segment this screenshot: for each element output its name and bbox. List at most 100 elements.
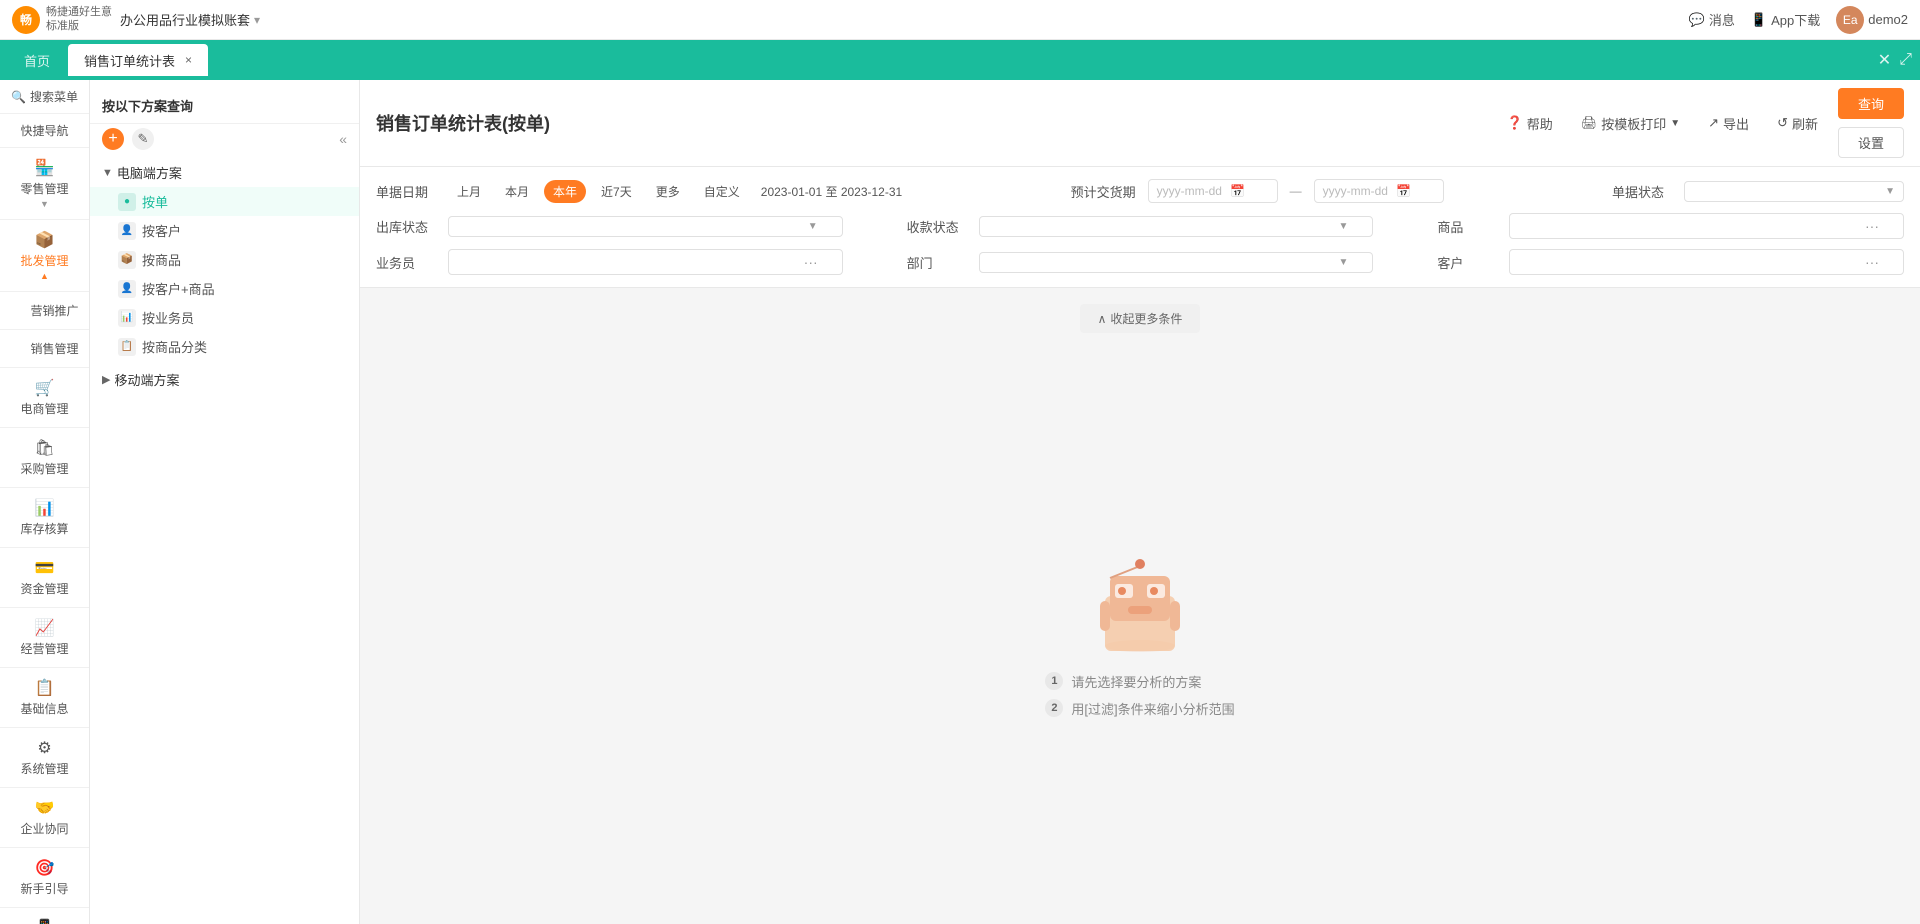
sidebar-item-newbie[interactable]: 🎯 新手引导 bbox=[0, 848, 89, 908]
user-profile[interactable]: Ea demo2 bbox=[1836, 6, 1908, 34]
sidebar-item-ecommerce[interactable]: 🛒 电商管理 bbox=[0, 368, 89, 428]
help-icon: ❓ bbox=[1507, 115, 1523, 131]
sidebar-item-purchase[interactable]: 🛍 采购管理 bbox=[0, 428, 89, 488]
export-icon: ↗ bbox=[1708, 115, 1719, 131]
customer-more-icon[interactable]: ··· bbox=[1865, 254, 1879, 270]
scheme-order-icon: ● bbox=[118, 193, 136, 211]
shortcut-this-year[interactable]: 本年 bbox=[544, 180, 586, 203]
salesperson-more-icon[interactable]: ··· bbox=[804, 254, 818, 270]
pc-group-header[interactable]: ▼ 电脑端方案 bbox=[90, 158, 359, 187]
edit-scheme-btn[interactable]: ✎ bbox=[132, 128, 154, 150]
sidebar-quick-nav[interactable]: 快捷导航 bbox=[0, 114, 89, 148]
basic-icon: 📋 bbox=[35, 678, 55, 698]
template-print-btn[interactable]: 🖨 按模板打印 ▼ bbox=[1573, 110, 1688, 137]
window-expand-btn[interactable]: ⤢ bbox=[1899, 51, 1912, 69]
settings-button[interactable]: 设置 bbox=[1838, 127, 1904, 158]
sidebar-item-cooperation[interactable]: 🤝 企业协同 bbox=[0, 788, 89, 848]
shortcut-this-month[interactable]: 本月 bbox=[496, 180, 538, 203]
help-btn[interactable]: ❓ 帮助 bbox=[1499, 110, 1561, 137]
app-download-btn[interactable]: 📱 App下载 bbox=[1751, 10, 1820, 29]
workspace-title[interactable]: 办公用品行业模拟账套 ▾ bbox=[120, 10, 1681, 29]
department-select[interactable]: ▼ bbox=[979, 252, 1374, 273]
main-layout: 🔍 搜索菜单 快捷导航 🏪 零售管理 ▼ 📦 批发管理 ▲ 营销推广 销售管理 … bbox=[0, 80, 1920, 924]
operations-icon: 📈 bbox=[35, 618, 55, 638]
sidebar-item-wholesale[interactable]: 📦 批发管理 ▲ bbox=[0, 220, 89, 292]
sidebar-item-inventory[interactable]: 📊 库存核算 bbox=[0, 488, 89, 548]
system-icon: ⚙ bbox=[37, 738, 51, 758]
export-btn[interactable]: ↗ 导出 bbox=[1700, 110, 1757, 137]
header-actions: ❓ 帮助 🖨 按模板打印 ▼ ↗ 导出 ↺ 刷新 查询 bbox=[1499, 88, 1905, 158]
shortcut-more[interactable]: 更多 bbox=[647, 180, 689, 203]
mobile-group-header[interactable]: ▶ 移动端方案 bbox=[90, 365, 359, 394]
empty-illustration bbox=[1080, 556, 1200, 656]
top-bar: 畅 畅捷通好生意 标准版 办公用品行业模拟账套 ▾ 💬 消息 📱 App下载 E… bbox=[0, 0, 1920, 40]
collapse-filters-btn[interactable]: ∧ 收起更多条件 bbox=[1080, 304, 1200, 333]
scheme-by-product[interactable]: 📦 按商品 bbox=[90, 245, 359, 274]
app-icon: 📱 bbox=[1751, 12, 1767, 28]
sidebar: 🔍 搜索菜单 快捷导航 🏪 零售管理 ▼ 📦 批发管理 ▲ 营销推广 销售管理 … bbox=[0, 80, 90, 924]
department-label: 部门 bbox=[907, 253, 967, 272]
delivery-status-select[interactable]: ▼ bbox=[448, 216, 843, 237]
shortcut-last-month[interactable]: 上月 bbox=[448, 180, 490, 203]
sidebar-item-appstore[interactable]: 📱 应用中心 bbox=[0, 908, 89, 924]
sidebar-item-marketing[interactable]: 营销推广 bbox=[0, 292, 89, 330]
shortcut-custom[interactable]: 自定义 bbox=[695, 180, 749, 203]
predicted-date-label: 预计交货期 bbox=[1071, 182, 1136, 201]
empty-hint-2: 2 用[过滤]条件来缩小分析范围 bbox=[1045, 699, 1234, 718]
goods-more-icon[interactable]: ··· bbox=[1865, 218, 1879, 234]
scheme-by-customer-product[interactable]: 👤 按客户+商品 bbox=[90, 274, 359, 303]
sidebar-item-retail[interactable]: 🏪 零售管理 ▼ bbox=[0, 148, 89, 220]
date-separator: — bbox=[1290, 184, 1302, 198]
filter-row-2: 出库状态 ▼ 收款状态 ▼ 商品 ··· bbox=[376, 213, 1904, 239]
scheme-by-customer[interactable]: 👤 按客户 bbox=[90, 216, 359, 245]
customer-label: 客户 bbox=[1437, 253, 1497, 272]
empty-hint-1: 1 请先选择要分析的方案 bbox=[1045, 672, 1234, 691]
date-range-display: 2023-01-01 至 2023-12-31 bbox=[761, 183, 902, 200]
collection-arrow-icon: ▼ bbox=[1338, 221, 1348, 232]
edit-icon: ✎ bbox=[138, 131, 149, 147]
inventory-icon: 📊 bbox=[35, 498, 55, 518]
query-button[interactable]: 查询 bbox=[1838, 88, 1904, 119]
scheme-salesperson-icon: 📊 bbox=[118, 309, 136, 327]
refresh-btn[interactable]: ↺ 刷新 bbox=[1769, 110, 1826, 137]
message-btn[interactable]: 💬 消息 bbox=[1689, 10, 1735, 29]
tab-bar: 首页 销售订单统计表 × ✕ ⤢ bbox=[0, 40, 1920, 80]
predicted-date-end[interactable]: yyyy-mm-dd 📅 bbox=[1314, 179, 1444, 203]
scheme-by-product-category[interactable]: 📋 按商品分类 bbox=[90, 332, 359, 361]
logo: 畅 畅捷通好生意 标准版 bbox=[12, 6, 112, 34]
scheme-by-salesperson[interactable]: 📊 按业务员 bbox=[90, 303, 359, 332]
sidebar-search[interactable]: 🔍 搜索菜单 bbox=[0, 80, 89, 114]
sidebar-item-basic[interactable]: 📋 基础信息 bbox=[0, 668, 89, 728]
collapse-panel-btn[interactable]: « bbox=[339, 131, 347, 147]
status-select[interactable]: ▼ bbox=[1684, 181, 1904, 202]
avatar: Ea bbox=[1836, 6, 1864, 34]
sidebar-item-finance[interactable]: 💳 资金管理 bbox=[0, 548, 89, 608]
calendar-icon: 📅 bbox=[1230, 184, 1245, 198]
customer-select[interactable]: ··· bbox=[1509, 249, 1904, 275]
sidebar-item-system[interactable]: ⚙ 系统管理 bbox=[0, 728, 89, 788]
predicted-date-start[interactable]: yyyy-mm-dd 📅 bbox=[1148, 179, 1278, 203]
add-scheme-btn[interactable]: + bbox=[102, 128, 124, 150]
tab-close-icon[interactable]: × bbox=[185, 53, 192, 67]
collection-status-select[interactable]: ▼ bbox=[979, 216, 1374, 237]
empty-hints: 1 请先选择要分析的方案 2 用[过滤]条件来缩小分析范围 bbox=[1045, 672, 1234, 718]
shortcut-7days[interactable]: 近7天 bbox=[592, 180, 641, 203]
empty-state: 1 请先选择要分析的方案 2 用[过滤]条件来缩小分析范围 bbox=[360, 349, 1920, 924]
appstore-icon: 📱 bbox=[35, 918, 55, 924]
window-close-btn[interactable]: ✕ bbox=[1878, 50, 1891, 70]
pc-scheme-group: ▼ 电脑端方案 ● 按单 👤 按客户 📦 按商品 👤 按客户+商品 📊 按业 bbox=[90, 158, 359, 361]
ecommerce-icon: 🛒 bbox=[35, 378, 55, 398]
scheme-cust-prod-icon: 👤 bbox=[118, 280, 136, 298]
calendar-icon-end: 📅 bbox=[1396, 184, 1411, 198]
goods-select[interactable]: ··· bbox=[1509, 213, 1904, 239]
dropdown-icon[interactable]: ▾ bbox=[254, 13, 260, 27]
sidebar-item-sales[interactable]: 销售管理 bbox=[0, 330, 89, 368]
scheme-by-order[interactable]: ● 按单 bbox=[90, 187, 359, 216]
chevron-down-icon: ▼ bbox=[40, 199, 49, 209]
tab-home[interactable]: 首页 bbox=[8, 44, 66, 76]
chevron-up-icon: ▲ bbox=[40, 271, 49, 281]
salesperson-select[interactable]: ··· bbox=[448, 249, 843, 275]
tab-sales-order-stats[interactable]: 销售订单统计表 × bbox=[68, 44, 208, 76]
wholesale-icon: 📦 bbox=[35, 230, 55, 250]
sidebar-item-operations[interactable]: 📈 经营管理 bbox=[0, 608, 89, 668]
